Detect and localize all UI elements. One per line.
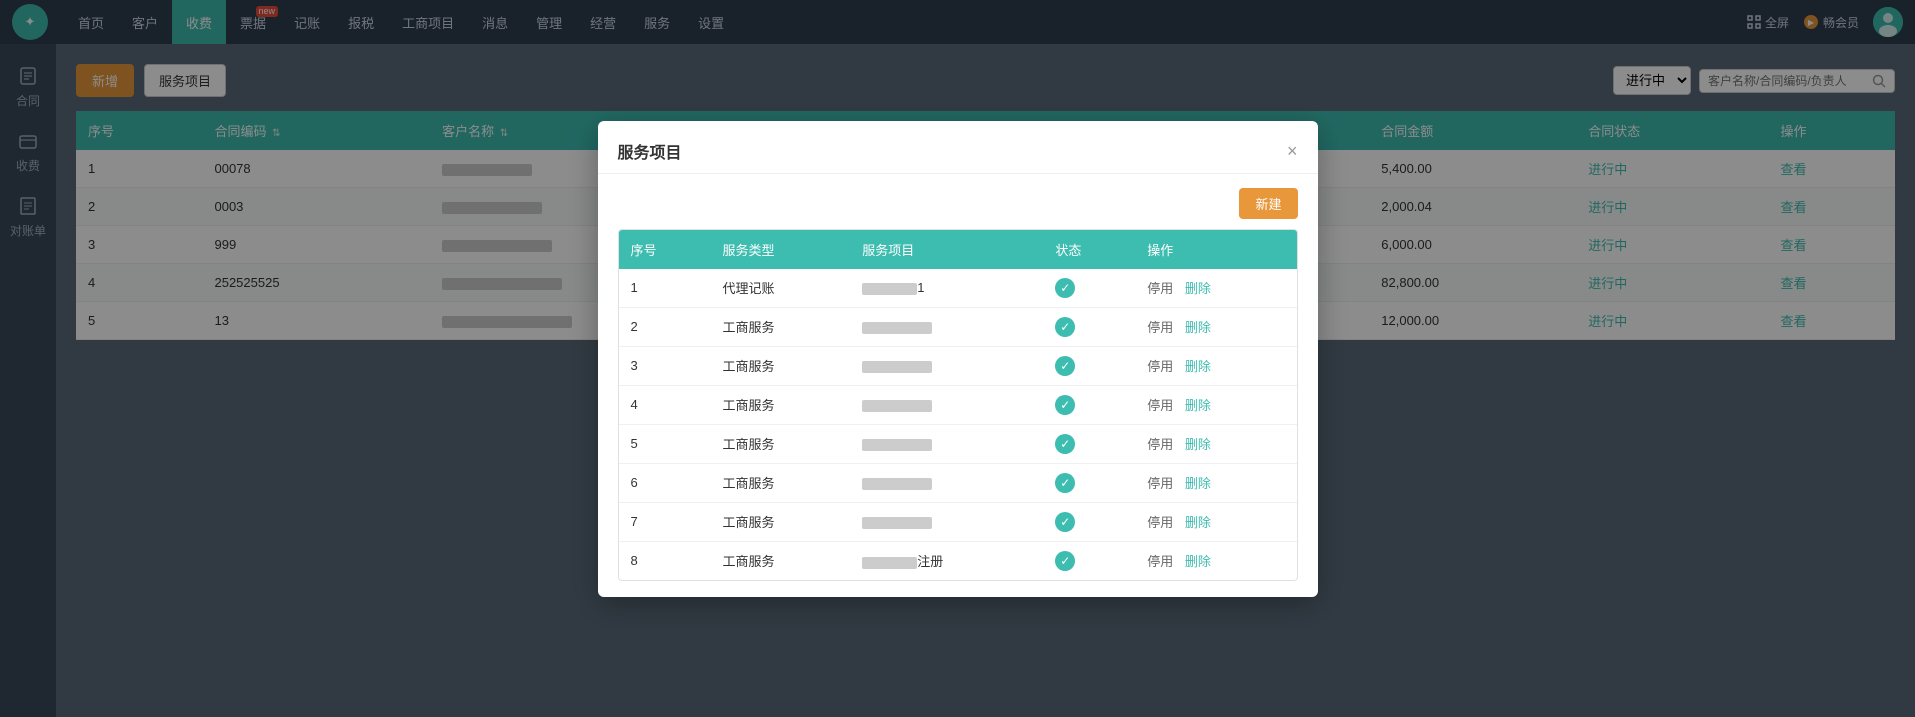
service-items-table: 序号 服务类型 服务项目 状态 操作 1 代理记账 1 ✓ 停用 删除 (619, 230, 1297, 580)
status-check-icon: ✓ (1055, 551, 1075, 571)
modal-body: 新建 序号 服务类型 服务项目 状态 操作 1 代理记账 (598, 174, 1318, 597)
delete-button[interactable]: 删除 (1185, 554, 1211, 569)
modal-header-row: 序号 服务类型 服务项目 状态 操作 (619, 230, 1297, 269)
modal-cell-status: ✓ (1043, 307, 1135, 346)
modal-cell-type: 工商服务 (710, 463, 850, 502)
delete-button[interactable]: 删除 (1185, 398, 1211, 413)
modal-cell-type: 工商服务 (710, 385, 850, 424)
modal-cell-status: ✓ (1043, 346, 1135, 385)
modal-cell-item (850, 463, 1043, 502)
modal-cell-action: 停用 删除 (1135, 307, 1296, 346)
status-check-icon: ✓ (1055, 317, 1075, 337)
modal-table-wrap: 序号 服务类型 服务项目 状态 操作 1 代理记账 1 ✓ 停用 删除 (618, 229, 1298, 581)
modal-cell-status: ✓ (1043, 541, 1135, 580)
modal-table-row: 7 工商服务 ✓ 停用 删除 (619, 502, 1297, 541)
modal-cell-item: 1 (850, 269, 1043, 308)
modal-table-row: 6 工商服务 ✓ 停用 删除 (619, 463, 1297, 502)
modal-table-row: 5 工商服务 ✓ 停用 删除 (619, 424, 1297, 463)
modal-cell-seq: 2 (619, 307, 711, 346)
stop-button[interactable]: 停用 (1147, 437, 1173, 452)
modal-cell-item (850, 346, 1043, 385)
modal-cell-seq: 7 (619, 502, 711, 541)
status-check-icon: ✓ (1055, 434, 1075, 454)
delete-button[interactable]: 删除 (1185, 515, 1211, 530)
modal-col-type: 服务类型 (710, 230, 850, 269)
modal-col-status: 状态 (1043, 230, 1135, 269)
modal-cell-seq: 3 (619, 346, 711, 385)
modal-cell-seq: 8 (619, 541, 711, 580)
stop-button[interactable]: 停用 (1147, 359, 1173, 374)
modal-cell-action: 停用 删除 (1135, 424, 1296, 463)
modal-cell-action: 停用 删除 (1135, 463, 1296, 502)
modal-cell-action: 停用 删除 (1135, 385, 1296, 424)
modal-cell-type: 工商服务 (710, 424, 850, 463)
delete-button[interactable]: 删除 (1185, 281, 1211, 296)
modal-cell-item (850, 385, 1043, 424)
modal-col-seq: 序号 (619, 230, 711, 269)
modal-close-button[interactable]: × (1287, 142, 1298, 160)
modal-title: 服务项目 (618, 139, 682, 163)
modal-cell-type: 代理记账 (710, 269, 850, 308)
stop-button[interactable]: 停用 (1147, 320, 1173, 335)
modal-cell-status: ✓ (1043, 502, 1135, 541)
modal-cell-item (850, 502, 1043, 541)
stop-button[interactable]: 停用 (1147, 281, 1173, 296)
stop-button[interactable]: 停用 (1147, 398, 1173, 413)
status-check-icon: ✓ (1055, 512, 1075, 532)
status-check-icon: ✓ (1055, 278, 1075, 298)
modal-cell-status: ✓ (1043, 269, 1135, 308)
delete-button[interactable]: 删除 (1185, 320, 1211, 335)
modal-cell-type: 工商服务 (710, 502, 850, 541)
modal-cell-seq: 6 (619, 463, 711, 502)
modal-cell-type: 工商服务 (710, 307, 850, 346)
modal-cell-action: 停用 删除 (1135, 541, 1296, 580)
modal-cell-type: 工商服务 (710, 346, 850, 385)
service-items-modal: 服务项目 × 新建 序号 服务类型 服务项目 状态 操作 (598, 121, 1318, 597)
status-check-icon: ✓ (1055, 395, 1075, 415)
modal-table-row: 3 工商服务 ✓ 停用 删除 (619, 346, 1297, 385)
modal-table-row: 1 代理记账 1 ✓ 停用 删除 (619, 269, 1297, 308)
modal-new-button[interactable]: 新建 (1239, 188, 1297, 219)
modal-cell-status: ✓ (1043, 424, 1135, 463)
stop-button[interactable]: 停用 (1147, 554, 1173, 569)
modal-cell-item (850, 424, 1043, 463)
modal-col-action: 操作 (1135, 230, 1296, 269)
modal-cell-seq: 4 (619, 385, 711, 424)
status-check-icon: ✓ (1055, 356, 1075, 376)
modal-cell-action: 停用 删除 (1135, 502, 1296, 541)
modal-cell-status: ✓ (1043, 463, 1135, 502)
modal-cell-seq: 1 (619, 269, 711, 308)
modal-col-item: 服务项目 (850, 230, 1043, 269)
modal-header: 服务项目 × (598, 121, 1318, 174)
modal-cell-item (850, 307, 1043, 346)
modal-cell-type: 工商服务 (710, 541, 850, 580)
modal-overlay[interactable]: 服务项目 × 新建 序号 服务类型 服务项目 状态 操作 (0, 0, 1915, 717)
stop-button[interactable]: 停用 (1147, 515, 1173, 530)
modal-cell-action: 停用 删除 (1135, 346, 1296, 385)
modal-table-row: 4 工商服务 ✓ 停用 删除 (619, 385, 1297, 424)
modal-cell-action: 停用 删除 (1135, 269, 1296, 308)
modal-cell-seq: 5 (619, 424, 711, 463)
status-check-icon: ✓ (1055, 473, 1075, 493)
delete-button[interactable]: 删除 (1185, 476, 1211, 491)
modal-cell-status: ✓ (1043, 385, 1135, 424)
delete-button[interactable]: 删除 (1185, 437, 1211, 452)
modal-table-row: 8 工商服务 注册 ✓ 停用 删除 (619, 541, 1297, 580)
modal-table-row: 2 工商服务 ✓ 停用 删除 (619, 307, 1297, 346)
modal-toolbar: 新建 (618, 188, 1298, 219)
stop-button[interactable]: 停用 (1147, 476, 1173, 491)
delete-button[interactable]: 删除 (1185, 359, 1211, 374)
modal-cell-item: 注册 (850, 541, 1043, 580)
